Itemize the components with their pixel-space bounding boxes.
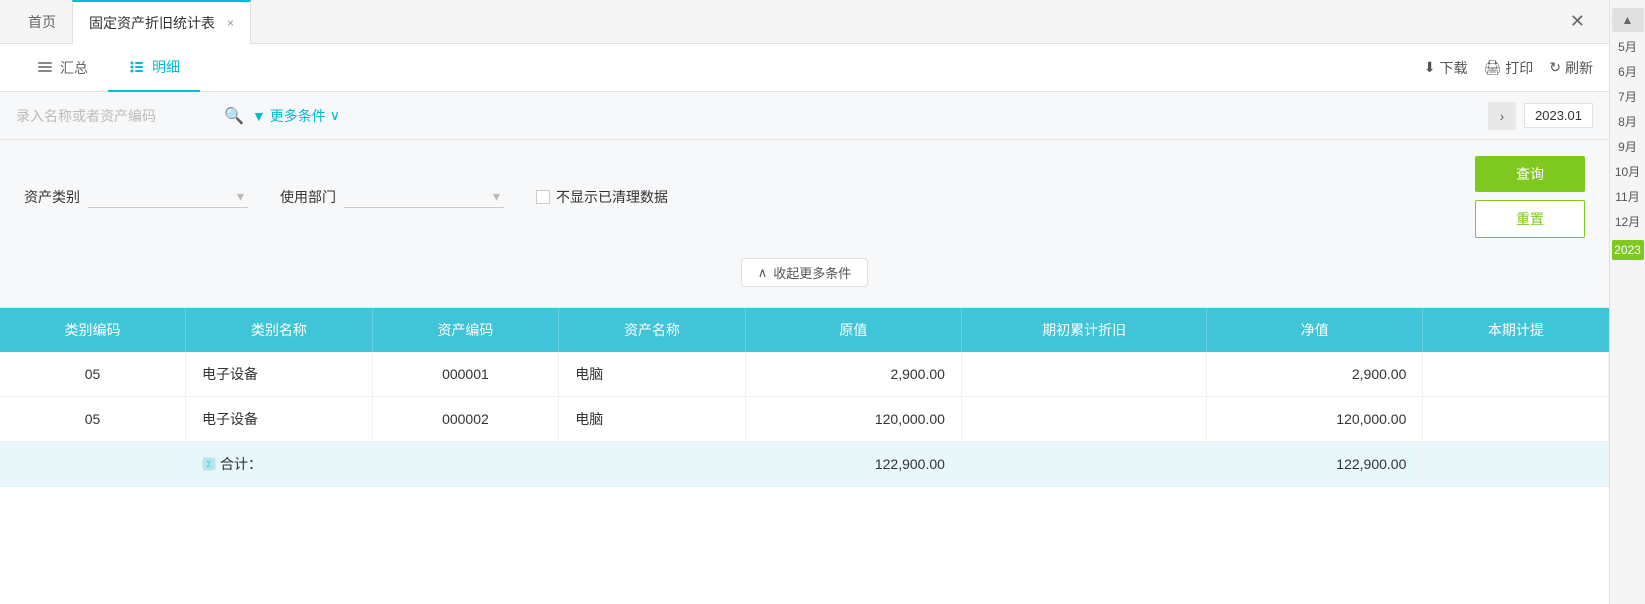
cell-asset-name: 电脑 bbox=[559, 397, 746, 442]
refresh-label: 刷新 bbox=[1565, 58, 1593, 78]
cell-current-period bbox=[1423, 397, 1609, 442]
summary-icon-cell bbox=[0, 442, 186, 487]
cell-category-name: 电子设备 bbox=[186, 397, 373, 442]
th-net-value: 净值 bbox=[1207, 308, 1423, 352]
refresh-icon: ↻ bbox=[1549, 59, 1561, 76]
asset-category-chevron-icon: ▾ bbox=[237, 188, 244, 205]
asset-category-label: 资产类别 bbox=[24, 187, 80, 207]
list-icon bbox=[128, 58, 146, 76]
search-input[interactable] bbox=[16, 108, 216, 124]
cell-category-name: 电子设备 bbox=[186, 352, 373, 397]
department-chevron-icon: ▾ bbox=[493, 188, 500, 205]
sidebar-month-item[interactable]: 6月 bbox=[1612, 59, 1644, 84]
department-label: 使用部门 bbox=[280, 187, 336, 207]
tab-label: 固定资产折旧统计表 bbox=[89, 1, 215, 45]
sidebar-month-item[interactable]: 5月 bbox=[1612, 34, 1644, 59]
chevron-down-icon: ∨ bbox=[330, 107, 340, 124]
toolbar-right: ⬇ 下载 🖨 打印 ↻ 刷新 bbox=[1424, 58, 1593, 78]
summary-original-value: 122,900.00 bbox=[745, 442, 961, 487]
th-asset-code: 资产编码 bbox=[372, 308, 559, 352]
download-label: 下载 bbox=[1439, 58, 1467, 78]
table-row: 05 电子设备 000002 电脑 120,000.00 120,000.00 bbox=[0, 397, 1609, 442]
hide-cleared-label: 不显示已清理数据 bbox=[556, 187, 668, 207]
summary-accumulated bbox=[961, 442, 1206, 487]
summary-net-value: 122,900.00 bbox=[1207, 442, 1423, 487]
download-icon: ⬇ bbox=[1424, 59, 1436, 76]
cell-current-period bbox=[1423, 352, 1609, 397]
reset-button[interactable]: 重置 bbox=[1475, 200, 1585, 238]
chevron-up-icon: ∧ bbox=[758, 265, 768, 281]
summary-row: Σ 合计： 122,900.00 122,900.00 bbox=[0, 442, 1609, 487]
cell-category-code: 05 bbox=[0, 397, 186, 442]
th-category-name: 类别名称 bbox=[186, 308, 373, 352]
table-row: 05 电子设备 000001 电脑 2,900.00 2,900.00 bbox=[0, 352, 1609, 397]
refresh-button[interactable]: ↻ 刷新 bbox=[1549, 58, 1593, 78]
window-close-button[interactable]: ✕ bbox=[1562, 11, 1593, 32]
collapse-label: 收起更多条件 bbox=[773, 263, 851, 282]
department-filter: 使用部门 ▾ bbox=[280, 186, 504, 208]
sidebar-month-item[interactable]: 7月 bbox=[1612, 84, 1644, 109]
data-table: 类别编码 类别名称 资产编码 资产名称 原值 期初累计折旧 净值 本期计提 05… bbox=[0, 308, 1609, 487]
cell-asset-code: 000002 bbox=[372, 397, 559, 442]
asset-category-select[interactable]: ▾ bbox=[88, 186, 248, 208]
table-container: 类别编码 类别名称 资产编码 资产名称 原值 期初累计折旧 净值 本期计提 05… bbox=[0, 308, 1609, 604]
cell-category-code: 05 bbox=[0, 352, 186, 397]
cell-original-value: 2,900.00 bbox=[745, 352, 961, 397]
th-original-value: 原值 bbox=[745, 308, 961, 352]
sidebar-month-item[interactable]: 9月 bbox=[1612, 134, 1644, 159]
summary-current-period bbox=[1423, 442, 1609, 487]
hide-cleared-checkbox[interactable] bbox=[536, 190, 550, 204]
summary-label: Σ 合计： bbox=[186, 442, 746, 487]
more-conditions-button[interactable]: ▼ 更多条件 ∨ bbox=[252, 106, 340, 126]
collapse-conditions-button[interactable]: ∧ 收起更多条件 bbox=[741, 258, 869, 287]
tab-close-icon[interactable]: × bbox=[227, 1, 234, 45]
date-display: 2023.01 bbox=[1524, 103, 1593, 128]
asset-category-filter: 资产类别 ▾ bbox=[24, 186, 248, 208]
filter-action-buttons: 查询 重置 bbox=[1475, 156, 1585, 238]
sidebar-scroll-up[interactable]: ▲ bbox=[1612, 8, 1644, 32]
sidebar-month-item[interactable]: 12月 bbox=[1612, 209, 1644, 234]
cell-asset-code: 000001 bbox=[372, 352, 559, 397]
search-bar: 🔍 ▼ 更多条件 ∨ › 2023.01 bbox=[0, 92, 1609, 140]
cell-net-value: 2,900.00 bbox=[1207, 352, 1423, 397]
right-sidebar: ▲ 5月6月7月8月9月10月11月12月 2023 bbox=[1609, 0, 1645, 604]
table-header-row: 类别编码 类别名称 资产编码 资产名称 原值 期初累计折旧 净值 本期计提 bbox=[0, 308, 1609, 352]
download-button[interactable]: ⬇ 下载 bbox=[1424, 58, 1468, 78]
sub-tab-bar: 汇总 明细 ⬇ 下载 🖨 打印 bbox=[0, 44, 1609, 92]
tab-summary-label: 汇总 bbox=[60, 58, 88, 78]
filter-icon: ▼ bbox=[252, 108, 266, 124]
print-button[interactable]: 🖨 打印 bbox=[1483, 58, 1533, 78]
cell-accumulated-depreciation bbox=[961, 352, 1206, 397]
cell-accumulated-depreciation bbox=[961, 397, 1206, 442]
panel-expand-button[interactable]: › bbox=[1488, 102, 1516, 130]
th-current-period: 本期计提 bbox=[1423, 308, 1609, 352]
query-button[interactable]: 查询 bbox=[1475, 156, 1585, 192]
cell-original-value: 120,000.00 bbox=[745, 397, 961, 442]
th-accumulated-depreciation: 期初累计折旧 bbox=[961, 308, 1206, 352]
department-select[interactable]: ▾ bbox=[344, 186, 504, 208]
print-icon: 🖨 bbox=[1483, 59, 1501, 76]
th-asset-name: 资产名称 bbox=[559, 308, 746, 352]
sidebar-month-item[interactable]: 11月 bbox=[1612, 184, 1644, 209]
cell-net-value: 120,000.00 bbox=[1207, 397, 1423, 442]
home-nav[interactable]: 首页 bbox=[16, 0, 68, 44]
th-category-code: 类别编码 bbox=[0, 308, 186, 352]
print-label: 打印 bbox=[1505, 58, 1533, 78]
more-conditions-label: 更多条件 bbox=[270, 106, 326, 126]
sidebar-year-badge: 2023 bbox=[1612, 240, 1644, 260]
cell-asset-name: 电脑 bbox=[559, 352, 746, 397]
search-icon[interactable]: 🔍 bbox=[224, 106, 244, 126]
hide-cleared-checkbox-item[interactable]: 不显示已清理数据 bbox=[536, 187, 668, 207]
layers-icon bbox=[36, 59, 54, 77]
svg-text:Σ: Σ bbox=[207, 460, 212, 469]
sidebar-month-item[interactable]: 10月 bbox=[1612, 159, 1644, 184]
filter-panel: 资产类别 ▾ 使用部门 ▾ 不显示已清理数据 查询 重置 bbox=[0, 140, 1609, 308]
tab-detail-label: 明细 bbox=[152, 57, 180, 77]
tab-summary[interactable]: 汇总 bbox=[16, 44, 108, 92]
sidebar-month-item[interactable]: 8月 bbox=[1612, 109, 1644, 134]
tab-detail[interactable]: 明细 bbox=[108, 44, 200, 92]
active-tab[interactable]: 固定资产折旧统计表 × bbox=[72, 0, 251, 44]
